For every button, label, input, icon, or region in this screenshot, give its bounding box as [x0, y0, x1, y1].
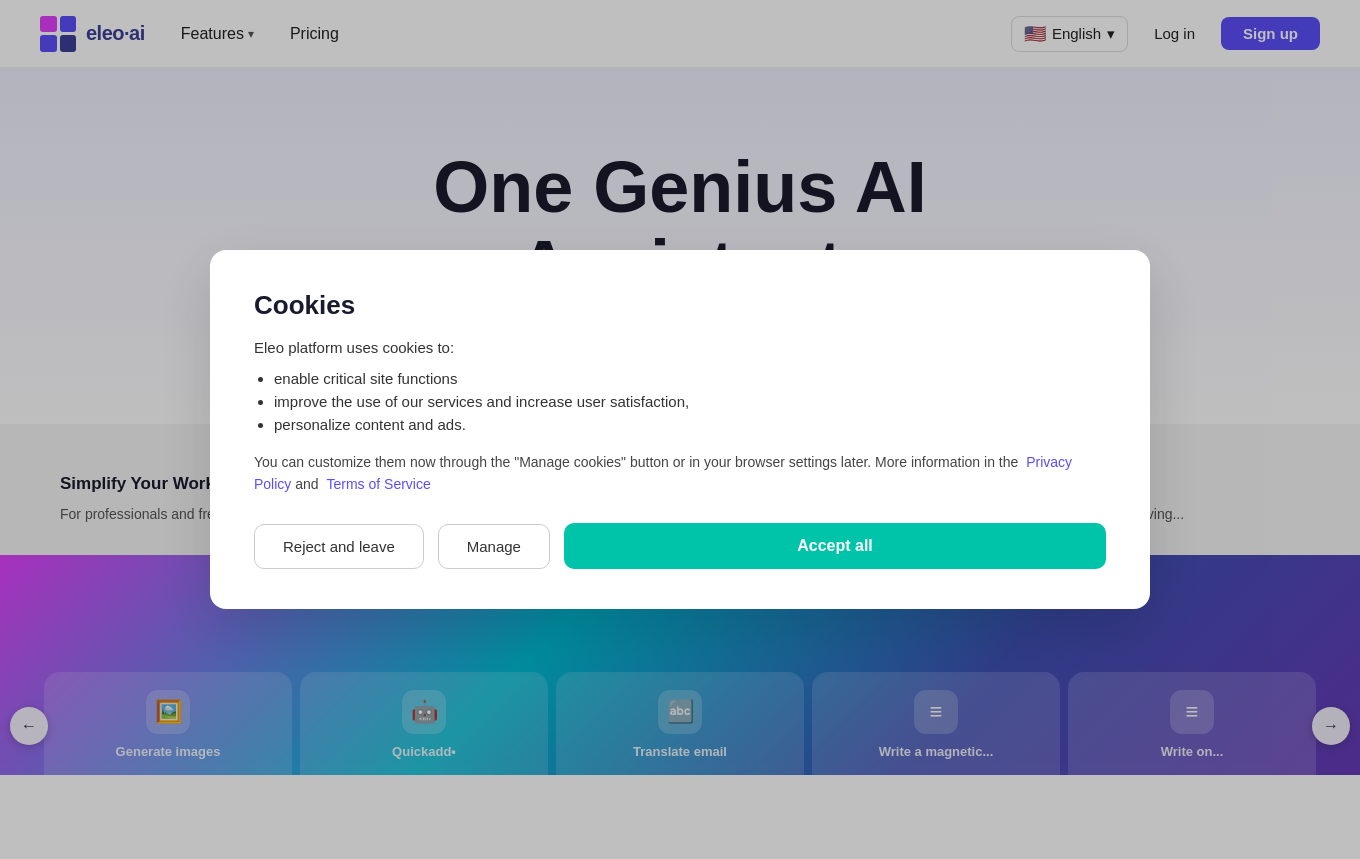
cookie-note: You can customize them now through the "… — [254, 451, 1106, 496]
accept-all-button[interactable]: Accept all — [564, 523, 1106, 569]
reject-button[interactable]: Reject and leave — [254, 524, 424, 569]
cookie-title: Cookies — [254, 290, 1106, 321]
cookie-modal: Cookies Eleo platform uses cookies to: e… — [210, 250, 1150, 610]
manage-button[interactable]: Manage — [438, 524, 550, 569]
cookie-intro: Eleo platform uses cookies to: — [254, 339, 1106, 356]
cookie-buttons: Reject and leave Manage Accept all — [254, 523, 1106, 569]
cookie-bullet-1: improve the use of our services and incr… — [274, 393, 1106, 410]
tos-link[interactable]: Terms of Service — [327, 476, 431, 492]
cookie-bullet-0: enable critical site functions — [274, 370, 1106, 387]
cookie-bullets-list: enable critical site functions improve t… — [274, 370, 1106, 433]
cookie-bullet-2: personalize content and ads. — [274, 416, 1106, 433]
cookie-overlay: Cookies Eleo platform uses cookies to: e… — [0, 0, 1360, 775]
